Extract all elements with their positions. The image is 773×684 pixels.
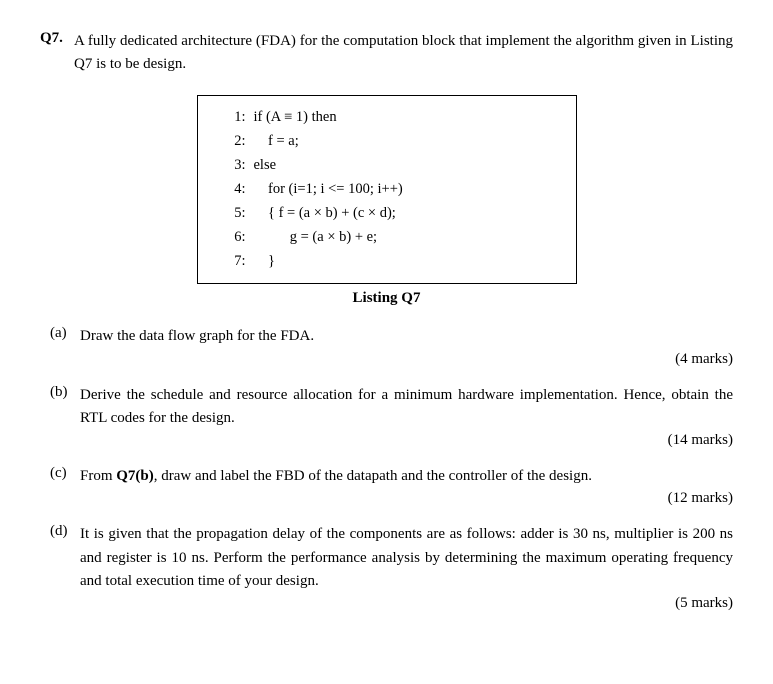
sub-label-b: (b) [50,384,78,401]
code-listing: 1:if (A ≡ 1) then2: f = a;3:else4: for (… [197,95,577,284]
line-number: 4: [218,178,246,202]
sub-questions: (a) Draw the data flow graph for the FDA… [40,325,733,612]
line-code: { f = (a × b) + (c × d); [254,202,396,226]
listing-caption: Listing Q7 [40,290,733,307]
sub-question-a: (a) Draw the data flow graph for the FDA… [40,325,733,367]
code-line: 3: else [218,154,546,178]
question-header: Q7. A fully dedicated architecture (FDA)… [40,30,733,75]
line-code: f = a; [254,130,299,154]
code-line: 7: } [218,250,546,274]
sub-text-b: Derive the schedule and resource allocat… [80,384,733,431]
line-number: 1: [218,106,246,130]
code-line: 4: for (i=1; i <= 100; i++) [218,178,546,202]
sub-text-c: From Q7(b), draw and label the FBD of th… [80,465,733,488]
line-code: if (A ≡ 1) then [254,106,337,130]
line-number: 3: [218,154,246,178]
code-line: 2: f = a; [218,130,546,154]
marks-a: (4 marks) [675,351,733,367]
marks-b: (14 marks) [668,432,733,448]
marks-d: (5 marks) [675,595,733,611]
sub-text-d: It is given that the propagation delay o… [80,523,733,593]
line-number: 5: [218,202,246,226]
sub-label-a: (a) [50,325,78,342]
code-line: 6: g = (a × b) + e; [218,226,546,250]
sub-text-a: Draw the data flow graph for the FDA. [80,325,733,348]
line-code: g = (a × b) + e; [254,226,378,250]
code-line: 1: if (A ≡ 1) then [218,106,546,130]
line-number: 2: [218,130,246,154]
sub-label-d: (d) [50,523,78,540]
line-number: 6: [218,226,246,250]
line-code: for (i=1; i <= 100; i++) [254,178,403,202]
sub-label-c: (c) [50,465,78,482]
line-code: } [254,250,275,274]
sub-question-d: (d) It is given that the propagation del… [40,523,733,612]
sub-question-c: (c) From Q7(b), draw and label the FBD o… [40,465,733,507]
sub-question-b: (b) Derive the schedule and resource all… [40,384,733,450]
marks-c: (12 marks) [668,490,733,506]
question-number: Q7. [40,30,70,47]
line-code: else [254,154,277,178]
code-line: 5: { f = (a × b) + (c × d); [218,202,546,226]
question-intro: A fully dedicated architecture (FDA) for… [74,30,733,75]
line-number: 7: [218,250,246,274]
